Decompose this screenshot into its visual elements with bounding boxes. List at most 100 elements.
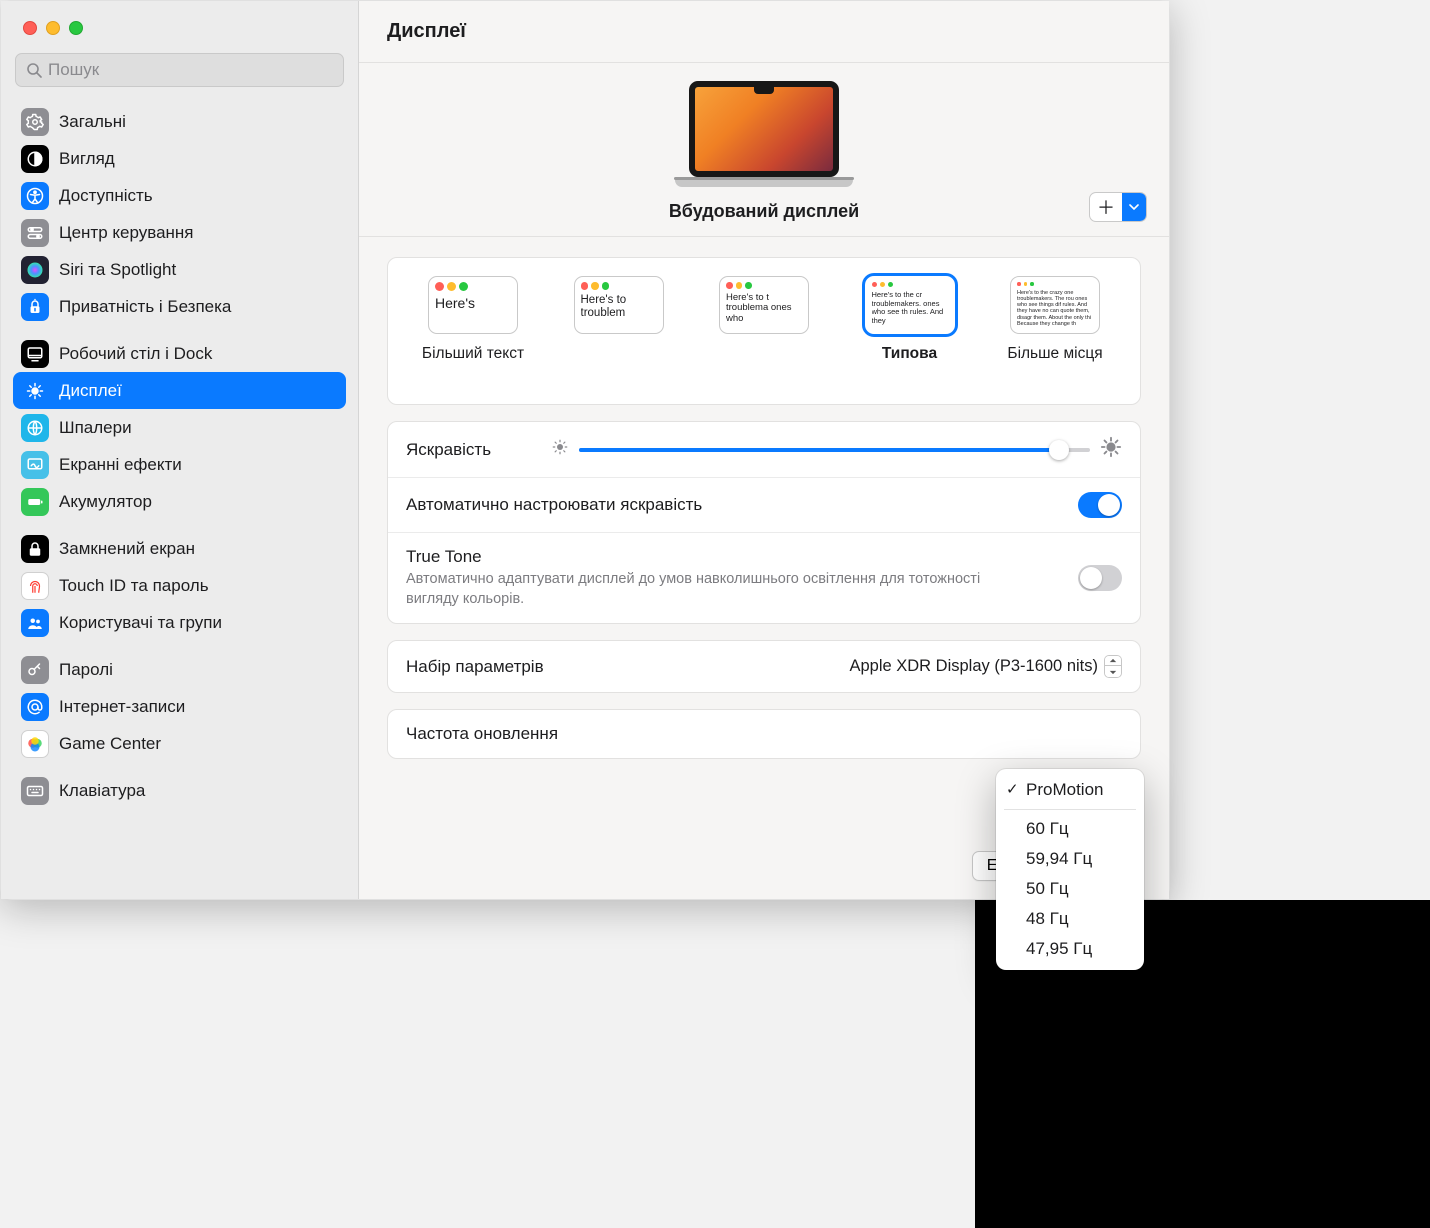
- resolution-option-1[interactable]: Here's to troublem: [554, 276, 684, 382]
- brightness-row: Яскравість: [388, 422, 1140, 478]
- sidebar-item-label: Siri та Spotlight: [59, 260, 176, 280]
- sidebar-item-lock[interactable]: Замкнений екран: [13, 530, 346, 567]
- preset-row: Набір параметрів Apple XDR Display (P3-1…: [388, 641, 1140, 692]
- refresh-option-50[interactable]: 50 Гц: [996, 874, 1144, 904]
- sidebar-item-at[interactable]: Інтернет-записи: [13, 688, 346, 725]
- sidebar-item-touchid[interactable]: Touch ID та пароль: [13, 567, 346, 604]
- battery-icon: [21, 488, 49, 516]
- brightness-label: Яскравість: [406, 440, 491, 460]
- sidebar-item-label: Game Center: [59, 734, 161, 754]
- truetone-toggle[interactable]: [1078, 565, 1122, 591]
- sidebar-item-label: Дисплеї: [59, 381, 122, 401]
- truetone-label: True Tone: [406, 547, 986, 567]
- close-window-button[interactable]: [23, 21, 37, 35]
- resolution-caption: Більше місця: [1007, 344, 1102, 382]
- refresh-option-5994[interactable]: 59,94 Гц: [996, 844, 1144, 874]
- refresh-option-60[interactable]: 60 Гц: [996, 814, 1144, 844]
- auto-brightness-toggle[interactable]: [1078, 492, 1122, 518]
- display-settings-panel: Яскравість: [387, 421, 1141, 624]
- display-name-label: Вбудований дисплей: [669, 201, 859, 222]
- control-center-icon: [21, 219, 49, 247]
- sidebar-item-label: Замкнений екран: [59, 539, 195, 559]
- refresh-option-48[interactable]: 48 Гц: [996, 904, 1144, 934]
- sidebar-item-control-center[interactable]: Центр керування: [13, 214, 346, 251]
- resolution-thumb: Here's to t troublema ones who: [719, 276, 809, 334]
- minimize-window-button[interactable]: [46, 21, 60, 35]
- auto-brightness-label: Автоматично настроювати яскравість: [406, 495, 702, 515]
- sidebar-item-keyboard[interactable]: Клавіатура: [13, 772, 346, 809]
- sidebar-item-appearance[interactable]: Вигляд: [13, 140, 346, 177]
- lock-icon: [21, 535, 49, 563]
- sidebar-item-label: Загальні: [59, 112, 126, 132]
- touchid-icon: [21, 572, 49, 600]
- sidebar-item-displays[interactable]: Дисплеї: [13, 372, 346, 409]
- accessibility-icon: [21, 182, 49, 210]
- add-display-button[interactable]: ＋: [1089, 192, 1147, 222]
- gear-icon: [21, 108, 49, 136]
- sidebar-item-label: Шпалери: [59, 418, 132, 438]
- main-content: Дисплеї Вбудований дисплей ＋ Here'sБільш…: [359, 1, 1169, 899]
- auto-brightness-row: Автоматично настроювати яскравість: [388, 478, 1140, 533]
- refresh-rate-row: Частота оновлення ProMotion: [388, 710, 1140, 758]
- appearance-icon: [21, 145, 49, 173]
- sidebar-item-privacy[interactable]: Приватність і Безпека: [13, 288, 346, 325]
- resolution-thumb: Here's to troublem: [574, 276, 664, 334]
- search-input[interactable]: [48, 60, 333, 80]
- displays-icon: [21, 377, 49, 405]
- sidebar-item-users[interactable]: Користувачі та групи: [13, 604, 346, 641]
- sidebar-item-accessibility[interactable]: Доступність: [13, 177, 346, 214]
- page-title: Дисплеї: [359, 1, 1169, 63]
- sidebar-item-label: Інтернет-записи: [59, 697, 185, 717]
- resolution-option-3[interactable]: Here's to the cr troublemakers. ones who…: [845, 276, 975, 382]
- stepper-icon: [1104, 655, 1122, 678]
- at-icon: [21, 693, 49, 721]
- search-field[interactable]: [15, 53, 344, 87]
- refresh-option-promotion[interactable]: ProMotion: [996, 775, 1144, 805]
- siri-icon: [21, 256, 49, 284]
- sidebar-item-siri[interactable]: Siri та Spotlight: [13, 251, 346, 288]
- sidebar-item-label: Touch ID та пароль: [59, 576, 209, 596]
- keyboard-icon: [21, 777, 49, 805]
- sidebar-item-screensaver[interactable]: Екранні ефекти: [13, 446, 346, 483]
- sidebar-item-label: Клавіатура: [59, 781, 145, 801]
- sidebar-item-label: Паролі: [59, 660, 113, 680]
- resolution-option-0[interactable]: Here'sБільший текст: [408, 276, 538, 382]
- sidebar-item-gamecenter[interactable]: Game Center: [13, 725, 346, 762]
- users-icon: [21, 609, 49, 637]
- sidebar-item-gear[interactable]: Загальні: [13, 103, 346, 140]
- refresh-rate-label: Частота оновлення: [406, 724, 558, 744]
- sidebar-item-desktop[interactable]: Робочий стіл і Dock: [13, 335, 346, 372]
- resolution-option-2[interactable]: Here's to t troublema ones who: [699, 276, 829, 382]
- resolution-caption: Типова: [882, 344, 937, 382]
- screensaver-icon: [21, 451, 49, 479]
- wallpaper-icon: [21, 414, 49, 442]
- resolution-picker: Here'sБільший текст Here's to troublem Her…: [387, 257, 1141, 405]
- display-hero: Вбудований дисплей ＋: [359, 63, 1169, 237]
- system-settings-window: Загальні Вигляд Доступність Центр керування…: [0, 0, 1170, 900]
- brightness-high-icon: [1100, 436, 1122, 463]
- sidebar-item-label: Користувачі та групи: [59, 613, 222, 633]
- resolution-option-4[interactable]: Here's to the crazy one troublemakers. T…: [990, 276, 1120, 382]
- sidebar-item-battery[interactable]: Акумулятор: [13, 483, 346, 520]
- display-advanced-panel: Набір параметрів Apple XDR Display (P3-1…: [387, 640, 1141, 693]
- sidebar-item-label: Вигляд: [59, 149, 115, 169]
- refresh-rate-menu[interactable]: ProMotion 60 Гц 59,94 Гц 50 Гц 48 Гц 47,…: [996, 769, 1144, 970]
- add-display-dropdown[interactable]: [1122, 193, 1146, 221]
- preset-label: Набір параметрів: [406, 657, 544, 677]
- sidebar: Загальні Вигляд Доступність Центр керування…: [1, 1, 359, 899]
- gamecenter-icon: [21, 730, 49, 758]
- refresh-option-4795[interactable]: 47,95 Гц: [996, 934, 1144, 964]
- fullscreen-window-button[interactable]: [69, 21, 83, 35]
- sidebar-item-wallpaper[interactable]: Шпалери: [13, 409, 346, 446]
- desktop-icon: [21, 340, 49, 368]
- preset-select[interactable]: Apple XDR Display (P3-1600 nits): [849, 655, 1122, 678]
- resolution-thumb: Here's to the cr troublemakers. ones who…: [865, 276, 955, 334]
- resolution-thumb: Here's to the crazy one troublemakers. T…: [1010, 276, 1100, 334]
- sidebar-item-label: Доступність: [59, 186, 153, 206]
- refresh-rate-panel: Частота оновлення ProMotion: [387, 709, 1141, 759]
- key-icon: [21, 656, 49, 684]
- brightness-slider[interactable]: [579, 440, 1090, 460]
- sidebar-item-key[interactable]: Паролі: [13, 651, 346, 688]
- sidebar-item-label: Центр керування: [59, 223, 194, 243]
- search-icon: [26, 62, 42, 78]
